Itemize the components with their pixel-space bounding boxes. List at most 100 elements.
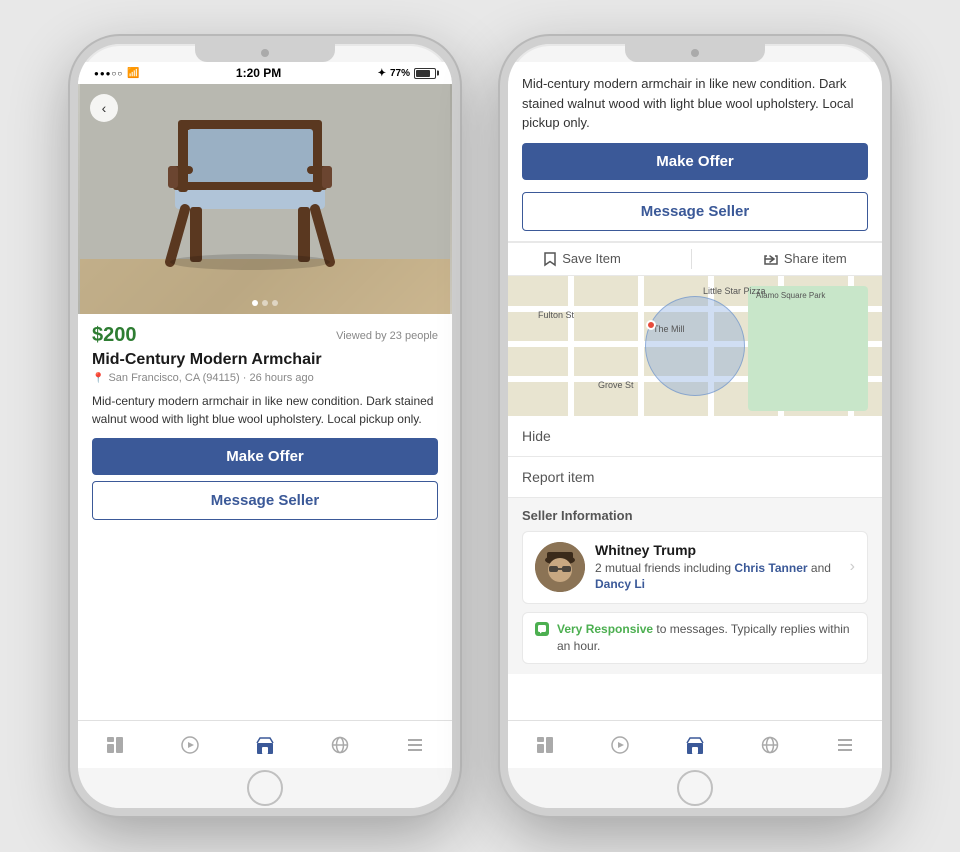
action-buttons: Make Offer Message Seller — [522, 143, 868, 231]
street-v1 — [568, 276, 574, 416]
seller-heading: Seller Information — [522, 508, 868, 523]
seller-name: Whitney Trump — [595, 542, 840, 558]
battery-icon — [414, 68, 436, 79]
message-seller-button[interactable]: Message Seller — [92, 481, 438, 520]
alamo-park — [748, 286, 868, 411]
tab-menu-2[interactable] — [827, 730, 863, 760]
seller-info: Whitney Trump 2 mutual friends including… — [595, 542, 840, 594]
screen-content: ‹ $200 Viewed by 23 people Mid-Century M… — [78, 84, 452, 768]
park-label: Alamo Square Park — [756, 291, 825, 300]
mutual-count: 2 mutual friends including — [595, 561, 731, 575]
report-item[interactable]: Report item — [508, 457, 882, 498]
home-button-2[interactable] — [677, 770, 713, 806]
signal-dots: ●●●○○ — [94, 69, 123, 78]
globe-icon-2 — [760, 735, 780, 755]
phone-1: ●●●○○ 📶 1:20 PM ✦ 77% — [70, 36, 460, 816]
tab-globe-2[interactable] — [752, 730, 788, 760]
responsive-label: Very Responsive — [557, 622, 653, 636]
chair-illustration — [78, 84, 452, 314]
divider — [691, 249, 692, 269]
product-price: $200 — [92, 324, 137, 347]
tab-menu[interactable] — [397, 730, 433, 760]
product-description: Mid-century modern armchair in like new … — [92, 392, 438, 428]
phone-screen-2: Mid-century modern armchair in like new … — [508, 62, 882, 768]
tab-news-feed-2[interactable] — [527, 730, 563, 760]
street-broderick — [638, 276, 644, 416]
news-feed-icon-2 — [535, 735, 555, 755]
seller-avatar — [535, 542, 585, 592]
product-location: San Francisco, CA (94115) · 26 hours ago — [108, 372, 313, 384]
dot-2 — [262, 300, 268, 306]
responsive-text: Very Responsive to messages. Typically r… — [557, 621, 855, 655]
themill-label: The Mill — [653, 324, 685, 334]
make-offer-button[interactable]: Make Offer — [92, 438, 438, 475]
dot-3 — [272, 300, 278, 306]
friend-connector: and — [811, 561, 831, 575]
dot-1 — [252, 300, 258, 306]
globe-icon — [330, 735, 350, 755]
product-meta: 📍 San Francisco, CA (94115) · 26 hours a… — [92, 372, 438, 384]
seller-section: Seller Information — [508, 498, 882, 674]
home-button[interactable] — [247, 770, 283, 806]
message-seller-button-2[interactable]: Message Seller — [522, 192, 868, 231]
seller-card[interactable]: Whitney Trump 2 mutual friends including… — [522, 531, 868, 605]
tab-bar — [78, 720, 452, 768]
listing-desc: Mid-century modern armchair in like new … — [522, 74, 868, 133]
hide-report-section: Hide Report item — [508, 416, 882, 498]
menu-icon — [405, 735, 425, 755]
battery-fill — [416, 70, 430, 77]
tab-bar-2 — [508, 720, 882, 768]
grove-label: Grove St — [598, 380, 634, 390]
tab-globe[interactable] — [322, 730, 358, 760]
product-info: $200 Viewed by 23 people Mid-Century Mod… — [78, 314, 452, 720]
tab-video-2[interactable] — [602, 730, 638, 760]
video-icon-2 — [610, 735, 630, 755]
tab-video[interactable] — [172, 730, 208, 760]
battery-percent: 77% — [390, 68, 410, 79]
bookmark-icon — [543, 251, 557, 267]
chat-icon — [537, 624, 547, 634]
tab-news-feed[interactable] — [97, 730, 133, 760]
tab-marketplace-2[interactable] — [677, 730, 713, 760]
phone-camera-2 — [691, 49, 699, 57]
avatar-illustration — [535, 542, 585, 592]
share-item-button[interactable]: Share item — [763, 251, 847, 266]
status-bar: ●●●○○ 📶 1:20 PM ✦ 77% — [78, 62, 452, 84]
make-offer-button-2[interactable]: Make Offer — [522, 143, 868, 180]
tab-marketplace[interactable] — [247, 730, 283, 760]
video-icon — [180, 735, 200, 755]
save-item-button[interactable]: Save Item — [543, 251, 621, 267]
location-circle — [645, 296, 745, 396]
hide-item[interactable]: Hide — [508, 416, 882, 457]
save-share-row: Save Item Share item — [508, 242, 882, 276]
mutual-friends: 2 mutual friends including Chris Tanner … — [595, 560, 840, 594]
marketplace-icon-2 — [684, 734, 706, 756]
product-image: ‹ — [78, 84, 452, 314]
share-item-label: Share item — [784, 251, 847, 266]
responsive-badge: Very Responsive to messages. Typically r… — [522, 612, 868, 664]
green-dot-icon — [535, 622, 549, 636]
scrolled-content: Mid-century modern armchair in like new … — [508, 62, 882, 768]
image-dots — [252, 300, 278, 306]
share-icon — [763, 252, 779, 266]
friend-1: Chris Tanner — [734, 561, 807, 575]
fulton-label: Fulton St — [538, 310, 574, 320]
menu-icon-2 — [835, 735, 855, 755]
phone-camera — [261, 49, 269, 57]
bluetooth-icon: ✦ — [378, 68, 386, 79]
save-item-label: Save Item — [562, 251, 621, 266]
phone-2: Mid-century modern armchair in like new … — [500, 36, 890, 816]
wifi-icon: 📶 — [127, 68, 139, 79]
battery-area: ✦ 77% — [378, 68, 436, 79]
pin-icon: 📍 — [92, 373, 104, 384]
viewed-by: Viewed by 23 people — [336, 330, 438, 342]
home-indicator-2 — [508, 768, 882, 808]
product-title: Mid-Century Modern Armchair — [92, 351, 438, 369]
friend-2: Dancy Li — [595, 577, 645, 591]
map-background: Fulton St Grove St The Mill Alamo Square… — [508, 276, 882, 416]
scrolled-top-section: Mid-century modern armchair in like new … — [508, 62, 882, 242]
phone-screen-1: ●●●○○ 📶 1:20 PM ✦ 77% — [78, 62, 452, 768]
price-row: $200 Viewed by 23 people — [92, 324, 438, 347]
back-button[interactable]: ‹ — [90, 94, 118, 122]
signal-area: ●●●○○ 📶 — [94, 68, 140, 79]
